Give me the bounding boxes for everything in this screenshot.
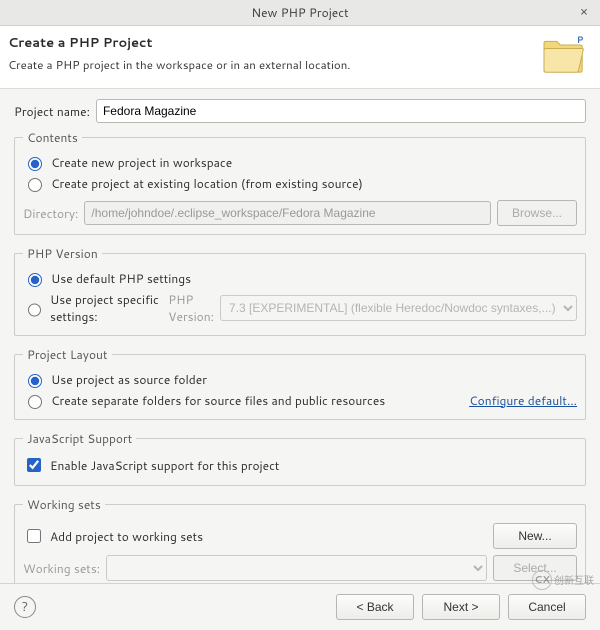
wizard-footer: ? < Back Next > Cancel bbox=[0, 583, 600, 630]
working-sets-legend: Working sets bbox=[23, 496, 105, 513]
next-button[interactable]: Next > bbox=[422, 594, 500, 620]
php-version-select: 7.3 [EXPERIMENTAL] (flexible Heredoc/Now… bbox=[220, 295, 577, 321]
cancel-button[interactable]: Cancel bbox=[508, 594, 586, 620]
radio-separate-folders-input[interactable] bbox=[28, 395, 42, 409]
radio-create-workspace-input[interactable] bbox=[28, 157, 42, 171]
js-support-legend: JavaScript Support bbox=[23, 430, 136, 447]
page-subtitle: Create a PHP project in the workspace or… bbox=[8, 56, 542, 73]
php-version-group: PHP Version Use default PHP settings Use… bbox=[14, 245, 586, 336]
radio-existing-location-input[interactable] bbox=[28, 178, 42, 192]
directory-input bbox=[84, 201, 491, 225]
radio-default-php[interactable]: Use default PHP settings bbox=[23, 268, 577, 289]
radio-create-workspace[interactable]: Create new project in workspace bbox=[23, 152, 577, 173]
working-sets-select bbox=[106, 555, 487, 581]
project-layout-legend: Project Layout bbox=[23, 346, 112, 363]
radio-source-folder-input[interactable] bbox=[28, 374, 42, 388]
svg-text:P: P bbox=[577, 34, 584, 46]
window-title: New PHP Project bbox=[0, 4, 600, 21]
working-sets-label: Working sets: bbox=[23, 560, 100, 577]
directory-label: Directory: bbox=[23, 205, 78, 222]
enable-js-checkbox[interactable] bbox=[27, 458, 41, 472]
php-version-legend: PHP Version bbox=[23, 245, 102, 262]
radio-specific-php-input[interactable] bbox=[28, 303, 41, 317]
enable-js-checkbox-row[interactable]: Enable JavaScript support for this proje… bbox=[23, 453, 577, 477]
new-ws-button[interactable]: New... bbox=[493, 523, 577, 549]
radio-separate-folders-label: Create separate folders for source files… bbox=[51, 392, 385, 409]
page-title: Create a PHP Project bbox=[8, 34, 542, 52]
radio-existing-location[interactable]: Create project at existing location (fro… bbox=[23, 173, 577, 194]
back-button[interactable]: < Back bbox=[336, 594, 414, 620]
radio-default-php-input[interactable] bbox=[28, 273, 42, 287]
help-icon[interactable]: ? bbox=[14, 596, 36, 618]
working-sets-group: Working sets Add project to working sets… bbox=[14, 496, 586, 583]
select-ws-button: Select... bbox=[493, 555, 577, 581]
radio-source-folder[interactable]: Use project as source folder bbox=[23, 369, 577, 390]
project-name-input[interactable] bbox=[96, 99, 586, 123]
radio-source-folder-label: Use project as source folder bbox=[51, 371, 207, 388]
project-layout-group: Project Layout Use project as source fol… bbox=[14, 346, 586, 420]
contents-group: Contents Create new project in workspace… bbox=[14, 129, 586, 235]
project-name-label: Project name: bbox=[14, 103, 90, 120]
add-to-ws-row[interactable]: Add project to working sets bbox=[23, 524, 487, 548]
contents-legend: Contents bbox=[23, 129, 82, 146]
titlebar: New PHP Project × bbox=[0, 0, 600, 26]
radio-create-workspace-label: Create new project in workspace bbox=[51, 154, 232, 171]
radio-existing-location-label: Create project at existing location (fro… bbox=[51, 175, 363, 192]
radio-specific-php-label: Use project specific settings: bbox=[50, 291, 160, 325]
js-support-group: JavaScript Support Enable JavaScript sup… bbox=[14, 430, 586, 486]
radio-separate-folders[interactable]: Create separate folders for source files… bbox=[23, 390, 385, 411]
close-icon[interactable]: × bbox=[576, 4, 592, 20]
add-to-ws-label: Add project to working sets bbox=[50, 528, 203, 545]
enable-js-label: Enable JavaScript support for this proje… bbox=[50, 457, 279, 474]
php-folder-icon: P bbox=[542, 34, 586, 78]
wizard-header: Create a PHP Project Create a PHP projec… bbox=[0, 26, 600, 89]
add-to-ws-checkbox[interactable] bbox=[27, 529, 41, 543]
php-version-label: PHP Version: bbox=[168, 291, 214, 325]
browse-button: Browse... bbox=[497, 200, 577, 226]
radio-default-php-label: Use default PHP settings bbox=[51, 270, 191, 287]
configure-default-link[interactable]: Configure default... bbox=[469, 392, 577, 409]
